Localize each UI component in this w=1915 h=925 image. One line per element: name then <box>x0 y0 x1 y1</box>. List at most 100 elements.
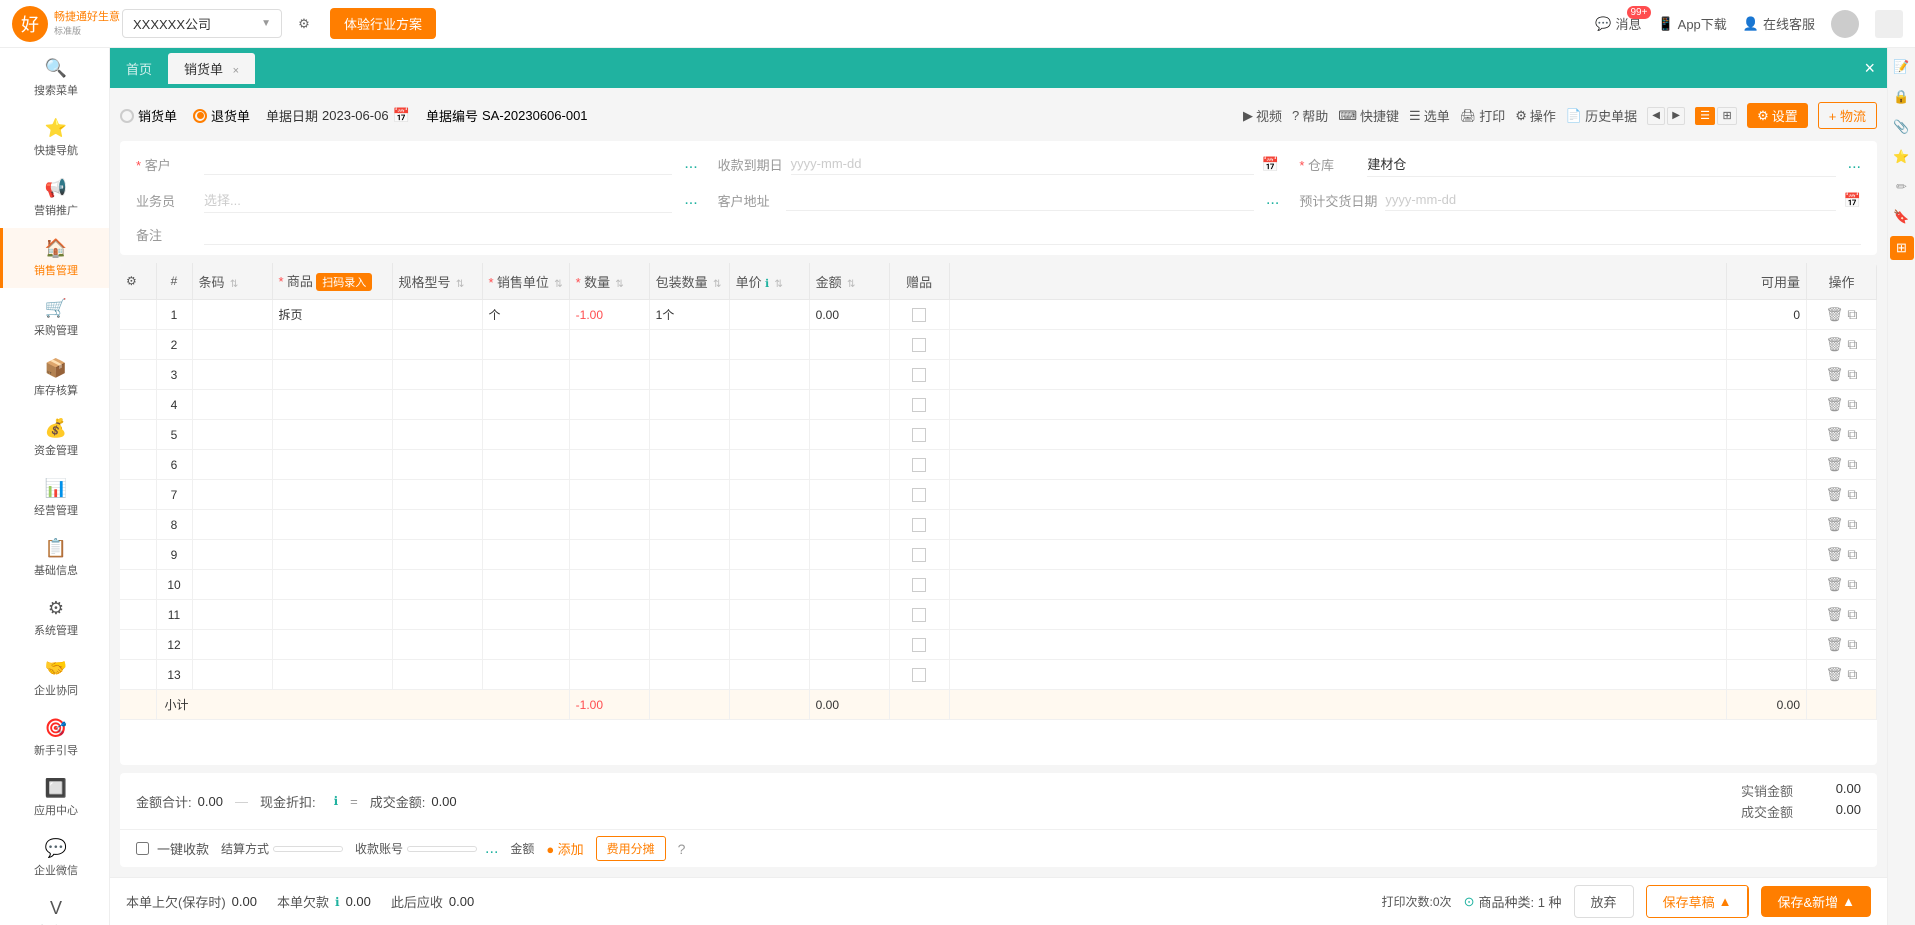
toolbar-select-btn[interactable]: ☰ 选单 <box>1409 106 1450 125</box>
row-unit[interactable] <box>482 450 569 480</box>
info-icon[interactable]: ℹ <box>334 794 339 808</box>
account-select[interactable] <box>407 846 477 852</box>
row-price[interactable] <box>729 570 809 600</box>
row-spec[interactable] <box>392 660 482 690</box>
company-selector[interactable]: XXXXXX公司 ▼ <box>122 9 282 38</box>
delete-icon[interactable]: 🗑 <box>1826 576 1844 593</box>
row-unit[interactable] <box>482 420 569 450</box>
sidebar-item-basics[interactable]: 📋 基础信息 <box>0 528 109 588</box>
copy-icon[interactable]: ⧉ <box>1847 366 1857 383</box>
copy-icon[interactable]: ⧉ <box>1847 516 1857 533</box>
row-note[interactable] <box>949 540 1726 570</box>
prev-arrow[interactable]: ◀ <box>1647 107 1665 125</box>
row-unit[interactable] <box>482 360 569 390</box>
row-barcode[interactable] <box>192 480 272 510</box>
row-pack[interactable] <box>649 540 729 570</box>
row-note[interactable] <box>949 630 1726 660</box>
row-gift[interactable] <box>889 630 949 660</box>
row-barcode[interactable] <box>192 390 272 420</box>
right-sidebar-orange[interactable]: ⊞ <box>1890 236 1914 260</box>
row-barcode[interactable] <box>192 420 272 450</box>
row-price[interactable] <box>729 480 809 510</box>
row-pack[interactable] <box>649 510 729 540</box>
row-note[interactable] <box>949 360 1726 390</box>
row-unit[interactable]: 个 <box>482 300 569 330</box>
delete-icon[interactable]: 🗑 <box>1826 546 1844 563</box>
row-product[interactable] <box>272 540 392 570</box>
copy-icon[interactable]: ⧉ <box>1847 396 1857 413</box>
row-amount[interactable] <box>809 420 889 450</box>
row-qty[interactable] <box>569 390 649 420</box>
sidebar-item-weixin[interactable]: 💬 企业微信 <box>0 828 109 888</box>
copy-icon[interactable]: ⧉ <box>1847 636 1857 653</box>
delete-icon[interactable]: 🗑 <box>1826 306 1844 323</box>
next-arrow[interactable]: ▶ <box>1667 107 1685 125</box>
row-note[interactable] <box>949 600 1726 630</box>
row-barcode[interactable] <box>192 600 272 630</box>
row-note[interactable] <box>949 660 1726 690</box>
toolbar-action-btn[interactable]: ⚙ 操作 <box>1515 106 1556 125</box>
salesperson-dots[interactable]: ... <box>684 191 697 209</box>
delete-icon[interactable]: 🗑 <box>1826 666 1844 683</box>
row-note[interactable] <box>949 480 1726 510</box>
row-note[interactable] <box>949 450 1726 480</box>
delete-icon[interactable]: 🗑 <box>1826 636 1844 653</box>
row-note[interactable] <box>949 570 1726 600</box>
row-barcode[interactable] <box>192 360 272 390</box>
sidebar-item-collaboration[interactable]: 🤝 企业协同 <box>0 648 109 708</box>
row-barcode[interactable] <box>192 450 272 480</box>
row-product[interactable] <box>272 420 392 450</box>
row-spec[interactable] <box>392 330 482 360</box>
toolbar-help-btn[interactable]: ? 帮助 <box>1292 106 1328 125</box>
sidebar-item-marketing[interactable]: 📢 营销推广 <box>0 168 109 228</box>
row-gift[interactable] <box>889 540 949 570</box>
row-barcode[interactable] <box>192 540 272 570</box>
row-note[interactable] <box>949 300 1726 330</box>
app-download-item[interactable]: 📱 App下载 <box>1657 14 1726 33</box>
tab-close-icon[interactable]: × <box>233 65 239 77</box>
row-unit[interactable] <box>482 540 569 570</box>
row-price[interactable] <box>729 330 809 360</box>
row-qty[interactable]: -1.00 <box>569 300 649 330</box>
row-unit[interactable] <box>482 330 569 360</box>
price-info-icon[interactable]: ℹ <box>765 278 769 290</box>
row-amount[interactable] <box>809 330 889 360</box>
row-amount[interactable] <box>809 480 889 510</box>
row-unit[interactable] <box>482 600 569 630</box>
row-product[interactable] <box>272 480 392 510</box>
radio-return[interactable]: 退货单 <box>193 106 250 125</box>
account-dots[interactable]: ... <box>485 840 498 858</box>
copy-icon[interactable]: ⧉ <box>1847 456 1857 473</box>
row-gift[interactable] <box>889 360 949 390</box>
row-barcode[interactable] <box>192 300 272 330</box>
row-spec[interactable] <box>392 540 482 570</box>
tab-home[interactable]: 首页 <box>110 53 168 84</box>
row-spec[interactable] <box>392 600 482 630</box>
row-spec[interactable] <box>392 570 482 600</box>
right-sidebar-star[interactable]: ⭐ <box>1891 146 1913 168</box>
delete-icon[interactable]: 🗑 <box>1826 516 1844 533</box>
delete-icon[interactable]: 🗑 <box>1826 456 1844 473</box>
list-view-btn[interactable]: ☰ <box>1695 107 1715 125</box>
row-pack[interactable] <box>649 570 729 600</box>
sidebar-item-guide[interactable]: 🎯 新手引导 <box>0 708 109 768</box>
user-menu[interactable] <box>1875 10 1903 38</box>
row-price[interactable] <box>729 390 809 420</box>
tab-sales-order[interactable]: 销货单 × <box>168 53 255 84</box>
row-qty[interactable] <box>569 600 649 630</box>
row-spec[interactable] <box>392 300 482 330</box>
row-gift[interactable] <box>889 450 949 480</box>
sidebar-item-finance[interactable]: 💰 资金管理 <box>0 408 109 468</box>
row-gift[interactable] <box>889 420 949 450</box>
row-gift[interactable] <box>889 390 949 420</box>
copy-icon[interactable]: ⧉ <box>1847 306 1857 323</box>
row-qty[interactable] <box>569 420 649 450</box>
delete-icon[interactable]: 🗑 <box>1826 606 1844 623</box>
right-sidebar-attach[interactable]: 📎 <box>1891 116 1913 138</box>
row-gift[interactable] <box>889 660 949 690</box>
row-pack[interactable] <box>649 360 729 390</box>
sidebar-item-apps[interactable]: 🔲 应用中心 <box>0 768 109 828</box>
fees-button[interactable]: 费用分摊 <box>596 836 666 861</box>
row-unit[interactable] <box>482 480 569 510</box>
row-spec[interactable] <box>392 510 482 540</box>
